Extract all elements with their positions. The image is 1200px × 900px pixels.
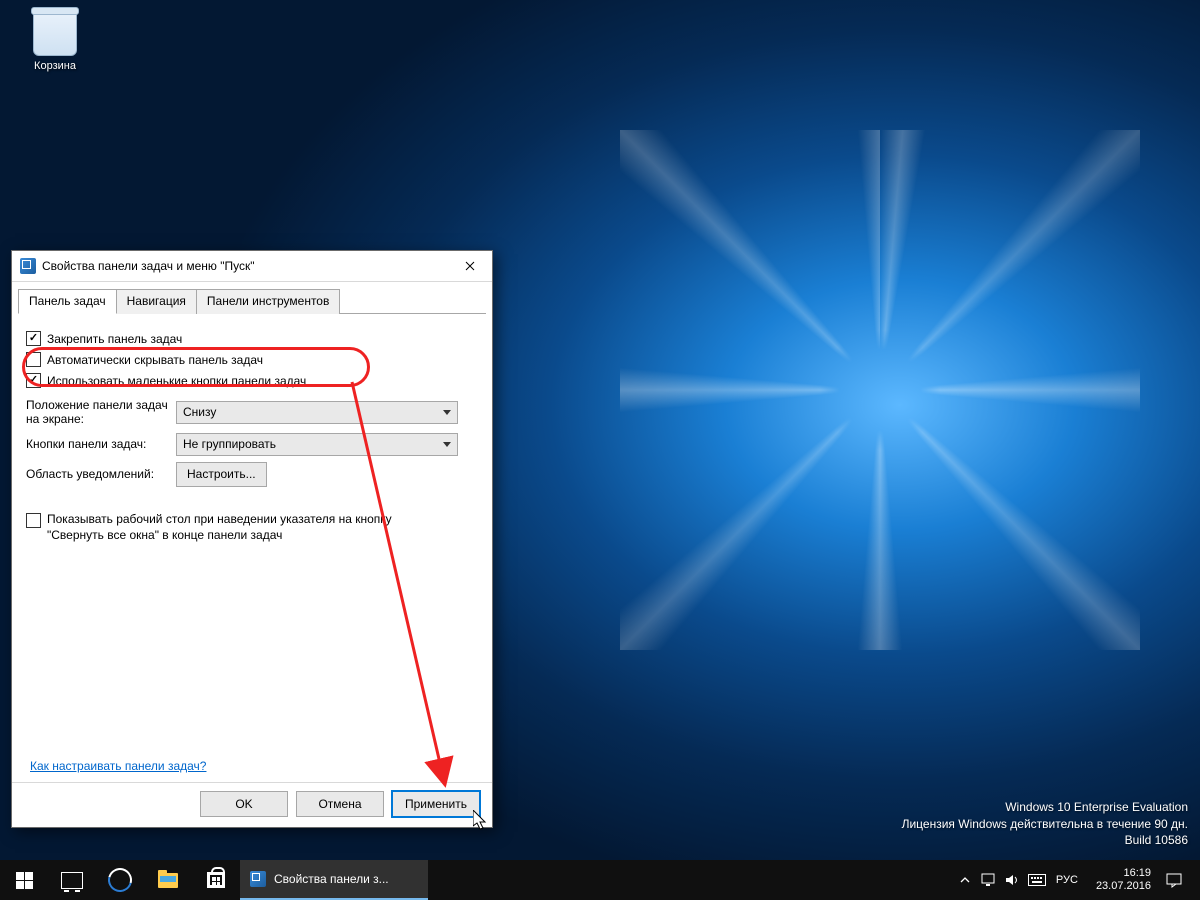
dialog-title: Свойства панели задач и меню "Пуск" bbox=[42, 259, 448, 273]
checkbox-small-buttons[interactable] bbox=[26, 373, 41, 388]
system-tray: РУС 16:19 23.07.2016 bbox=[956, 860, 1200, 900]
tab-navigation[interactable]: Навигация bbox=[116, 289, 197, 314]
apply-button[interactable]: Применить bbox=[392, 791, 480, 817]
label-notify-area: Область уведомлений: bbox=[26, 467, 176, 481]
action-center-icon[interactable] bbox=[1165, 871, 1183, 889]
explorer-button[interactable] bbox=[144, 860, 192, 900]
app-icon bbox=[250, 871, 266, 887]
titlebar[interactable]: Свойства панели задач и меню "Пуск" bbox=[12, 251, 492, 282]
help-link[interactable]: Как настраивать панели задач? bbox=[30, 759, 206, 773]
label-buttons: Кнопки панели задач: bbox=[26, 437, 176, 451]
taskbar-app-properties[interactable]: Свойства панели з... bbox=[240, 860, 428, 900]
ok-button[interactable]: OK bbox=[200, 791, 288, 817]
combo-buttons[interactable]: Не группировать bbox=[176, 433, 458, 456]
taskbar-properties-dialog: Свойства панели задач и меню "Пуск" Пане… bbox=[11, 250, 493, 828]
label-peek: Показывать рабочий стол при наведении ук… bbox=[47, 511, 447, 543]
recycle-bin-icon bbox=[33, 10, 77, 56]
desktop: Корзина Windows 10 Enterprise Evaluation… bbox=[0, 0, 1200, 900]
edge-icon bbox=[104, 864, 137, 897]
dialog-buttons: OK Отмена Применить bbox=[200, 791, 480, 817]
clock[interactable]: 16:19 23.07.2016 bbox=[1088, 867, 1159, 893]
dialog-icon bbox=[20, 258, 36, 274]
tray-chevron-icon[interactable] bbox=[956, 871, 974, 889]
network-icon[interactable] bbox=[980, 871, 998, 889]
checkbox-lock-taskbar[interactable] bbox=[26, 331, 41, 346]
taskbar-app-title: Свойства панели з... bbox=[274, 872, 389, 886]
tab-taskbar[interactable]: Панель задач bbox=[18, 289, 117, 314]
combo-position[interactable]: Снизу bbox=[176, 401, 458, 424]
store-icon bbox=[207, 872, 225, 888]
keyboard-icon[interactable] bbox=[1028, 871, 1046, 889]
windows-logo-icon bbox=[16, 872, 33, 889]
cancel-button[interactable]: Отмена bbox=[296, 791, 384, 817]
edge-button[interactable] bbox=[96, 860, 144, 900]
close-button[interactable] bbox=[448, 251, 492, 281]
start-button[interactable] bbox=[0, 860, 48, 900]
task-view-icon bbox=[61, 872, 83, 889]
tab-body: Закрепить панель задач Автоматически скр… bbox=[12, 314, 492, 553]
label-autohide: Автоматически скрывать панель задач bbox=[47, 353, 263, 367]
desktop-watermark: Windows 10 Enterprise Evaluation Лицензи… bbox=[902, 799, 1188, 848]
clock-date: 23.07.2016 bbox=[1096, 880, 1151, 893]
label-small-buttons: Использовать маленькие кнопки панели зад… bbox=[47, 374, 306, 388]
label-position: Положение панели задач на экране: bbox=[26, 398, 176, 427]
recycle-bin-label: Корзина bbox=[20, 60, 90, 72]
tab-strip: Панель задач Навигация Панели инструмент… bbox=[18, 288, 486, 314]
task-view-button[interactable] bbox=[48, 860, 96, 900]
checkbox-autohide[interactable] bbox=[26, 352, 41, 367]
taskbar: Свойства панели з... РУС 16:19 23.07.201… bbox=[0, 860, 1200, 900]
folder-icon bbox=[158, 873, 178, 888]
language-indicator[interactable]: РУС bbox=[1052, 874, 1082, 886]
recycle-bin[interactable]: Корзина bbox=[20, 10, 90, 72]
clock-time: 16:19 bbox=[1096, 867, 1151, 880]
volume-icon[interactable] bbox=[1004, 871, 1022, 889]
label-lock-taskbar: Закрепить панель задач bbox=[47, 332, 182, 346]
tab-toolbars[interactable]: Панели инструментов bbox=[196, 289, 340, 314]
checkbox-peek[interactable] bbox=[26, 513, 41, 528]
customize-button[interactable]: Настроить... bbox=[176, 462, 267, 487]
separator bbox=[12, 782, 492, 783]
store-button[interactable] bbox=[192, 860, 240, 900]
